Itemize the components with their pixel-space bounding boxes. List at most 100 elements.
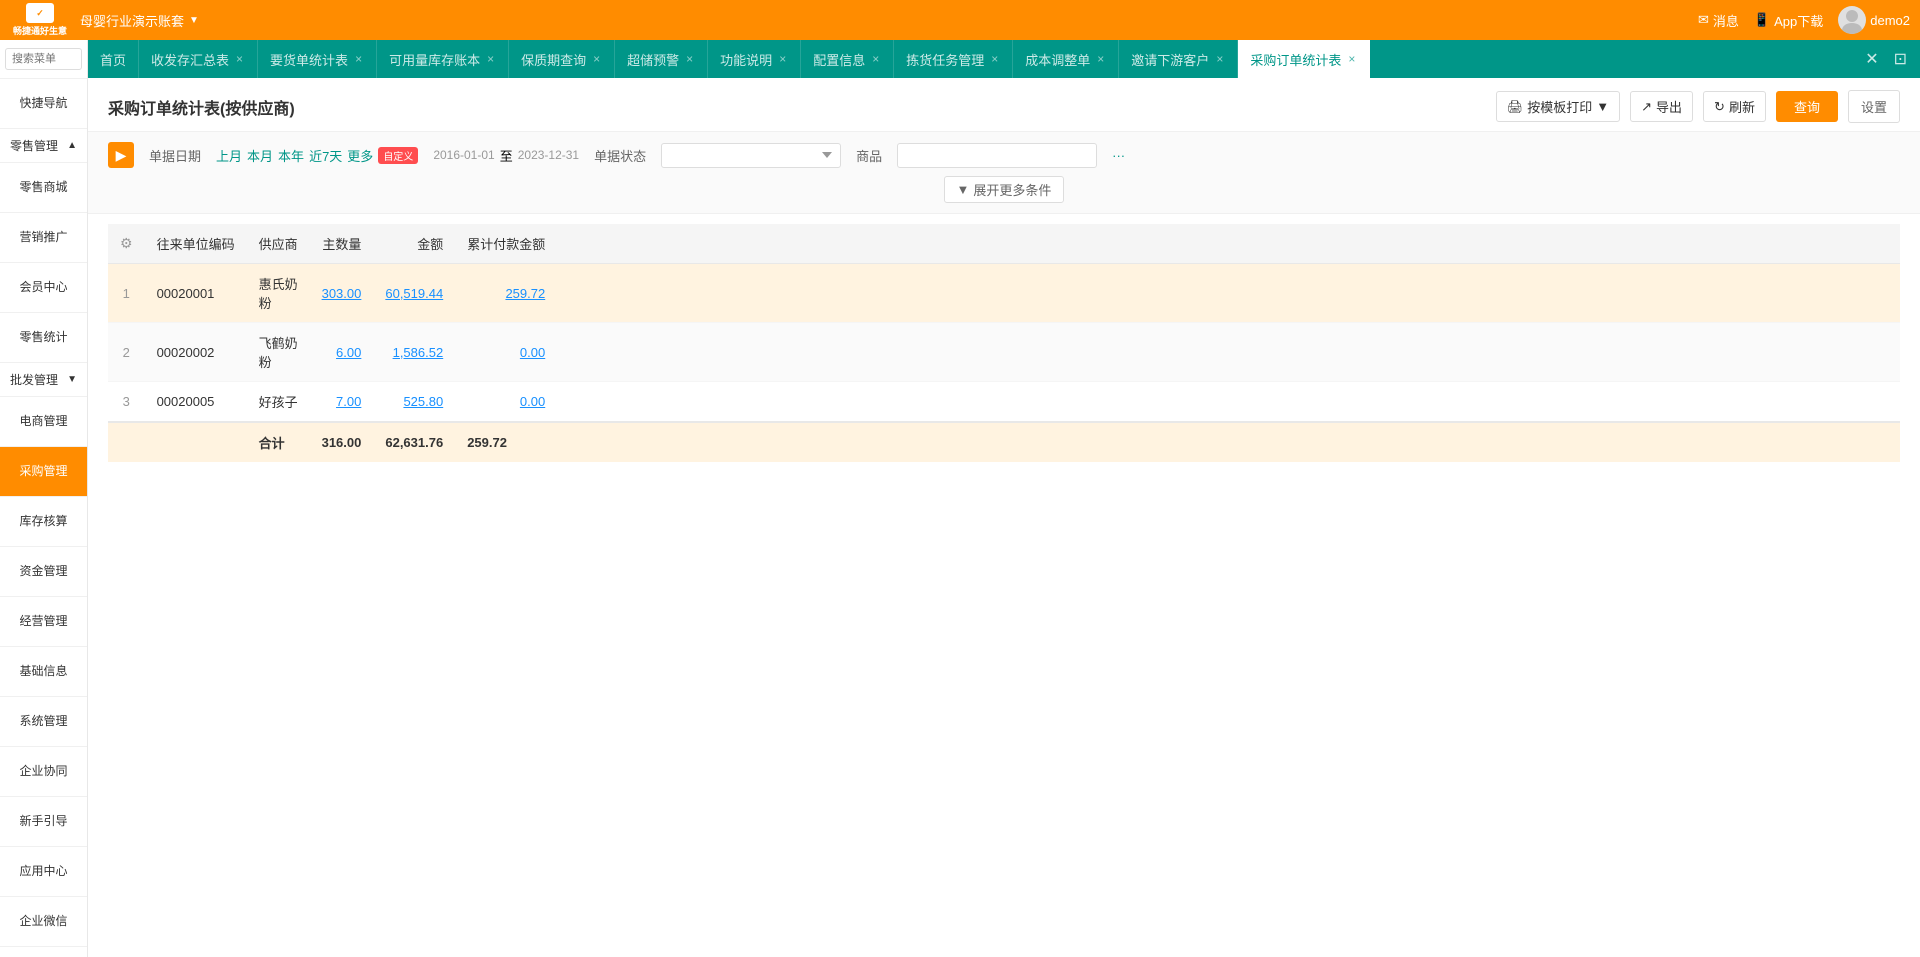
query-button[interactable]: 查询	[1776, 91, 1838, 122]
sidebar-item-operations[interactable]: 经营管理	[0, 597, 87, 647]
sidebar-item-wholesale-mgmt[interactable]: 批发管理 ▼	[0, 363, 87, 397]
finance-label: 资金管理	[19, 563, 67, 580]
tab-warranty-query-close-icon[interactable]: ×	[591, 52, 602, 66]
app-download-action[interactable]: 📱 App下载	[1754, 11, 1823, 30]
status-select[interactable]	[661, 143, 841, 168]
sidebar-item-basic-info[interactable]: 基础信息	[0, 647, 87, 697]
sidebar-item-finance[interactable]: 资金管理	[0, 547, 87, 597]
tab-available-stock-close-icon[interactable]: ×	[485, 52, 496, 66]
tab-overstock-warn[interactable]: 超储预警 ×	[615, 40, 708, 78]
shortcut-this-year[interactable]: 本年	[278, 146, 304, 165]
tab-warranty-query-label: 保质期查询	[521, 50, 586, 69]
workspace-name: 母婴行业演示账套	[80, 11, 184, 30]
custom-badge: 自定义	[378, 147, 418, 164]
column-settings-icon[interactable]: ⚙	[120, 235, 133, 251]
shortcut-7days[interactable]: 近7天	[309, 146, 342, 165]
sidebar-item-member-center[interactable]: 会员中心	[0, 263, 87, 313]
tab-config-info-close-icon[interactable]: ×	[870, 52, 881, 66]
shortcut-more[interactable]: 更多	[347, 146, 373, 165]
filter-row-1: ▶ 单据日期 上月 本月 本年 近7天 更多 自定义 2016-01-01 至 …	[108, 142, 1900, 168]
tab-cost-adjust-close-icon[interactable]: ×	[1095, 52, 1106, 66]
tab-feature-explain[interactable]: 功能说明 ×	[708, 40, 801, 78]
row-quantity[interactable]: 7.00	[310, 382, 374, 423]
tab-home[interactable]: 首页	[88, 40, 139, 78]
filter-toggle-button[interactable]: ▶	[108, 142, 134, 168]
sidebar-item-new-guide[interactable]: 新手引导	[0, 797, 87, 847]
sidebar-item-enterprise-wechat[interactable]: 企业微信	[0, 897, 87, 947]
goods-input[interactable]	[897, 143, 1097, 168]
tab-home-label: 首页	[100, 50, 126, 69]
tab-receive-send[interactable]: 收发存汇总表 ×	[139, 40, 258, 78]
tab-require-goods[interactable]: 要货单统计表 ×	[258, 40, 377, 78]
sidebar-item-system-mgmt[interactable]: 系统管理	[0, 697, 87, 747]
app-logo[interactable]: ✓ 畅捷通好生意	[10, 2, 70, 38]
workspace-selector[interactable]: 母婴行业演示账套 ▼	[70, 11, 1698, 30]
sidebar-item-ecommerce[interactable]: 电商管理	[0, 397, 87, 447]
row-quantity[interactable]: 303.00	[310, 264, 374, 323]
row-amount[interactable]: 525.80	[373, 382, 455, 423]
sidebar-item-enterprise-collab[interactable]: 企业协同	[0, 747, 87, 797]
top-right-actions: ✉ 消息 📱 App下载 demo2	[1698, 6, 1910, 34]
settings-button[interactable]: 设置	[1848, 90, 1900, 123]
tab-overstock-warn-close-icon[interactable]: ×	[684, 52, 695, 66]
enterprise-wechat-label: 企业微信	[19, 913, 67, 930]
tab-invite-downstream[interactable]: 邀请下游客户 ×	[1119, 40, 1238, 78]
sidebar-item-retail-store[interactable]: 零售商城	[0, 163, 87, 213]
tab-receive-send-close-icon[interactable]: ×	[234, 52, 245, 66]
tab-feature-explain-close-icon[interactable]: ×	[777, 52, 788, 66]
row-code[interactable]: 00020002	[145, 323, 247, 382]
more-filter-button[interactable]: ···	[1112, 148, 1125, 163]
row-quantity[interactable]: 6.00	[310, 323, 374, 382]
tab-purchase-summary-label: 采购订单统计表	[1250, 50, 1341, 69]
sidebar-item-retail-stats[interactable]: 零售统计	[0, 313, 87, 363]
tab-available-stock[interactable]: 可用量库存账本 ×	[377, 40, 509, 78]
tab-config-info-label: 配置信息	[813, 50, 865, 69]
sidebar-item-purchase-mgmt[interactable]: 采购管理	[0, 447, 87, 497]
search-input[interactable]	[5, 48, 82, 70]
sidebar-item-quick-nav[interactable]: 快捷导航	[0, 79, 87, 129]
tab-purchase-summary[interactable]: 采购订单统计表 ×	[1238, 40, 1370, 78]
table-row: 3 00020005 好孩子 7.00 525.80 0.00	[108, 382, 1900, 423]
export-label: 导出	[1656, 97, 1682, 116]
tab-purchase-summary-close-icon[interactable]: ×	[1346, 52, 1357, 66]
template-print-button[interactable]: 🖨 按模板打印 ▼	[1496, 91, 1620, 122]
user-menu[interactable]: demo2	[1838, 6, 1910, 34]
tab-require-goods-close-icon[interactable]: ×	[353, 52, 364, 66]
tab-maximize-icon[interactable]: ⊡	[1889, 47, 1912, 71]
export-button[interactable]: ↗ 导出	[1630, 91, 1693, 122]
date-separator: 至	[500, 146, 513, 165]
refresh-button[interactable]: ↻ 刷新	[1703, 91, 1766, 122]
expand-more-button[interactable]: ▼ 展开更多条件	[944, 176, 1065, 203]
row-amount[interactable]: 1,586.52	[373, 323, 455, 382]
page-content: 采购订单统计表(按供应商) 🖨 按模板打印 ▼ ↗ 导出 ↻ 刷新	[88, 78, 1920, 957]
col-supplier: 供应商	[247, 224, 310, 264]
shortcut-last-month[interactable]: 上月	[216, 146, 242, 165]
footer-quantity: 316.00	[310, 422, 374, 462]
tab-feature-explain-label: 功能说明	[720, 50, 772, 69]
tab-pick-task-close-icon[interactable]: ×	[989, 52, 1000, 66]
system-mgmt-label: 系统管理	[19, 713, 67, 730]
message-icon: ✉	[1698, 12, 1709, 28]
tab-config-info[interactable]: 配置信息 ×	[801, 40, 894, 78]
message-action[interactable]: ✉ 消息	[1698, 11, 1739, 30]
table-row: 2 00020002 飞鹤奶粉 6.00 1,586.52 0.00	[108, 323, 1900, 382]
row-amount[interactable]: 60,519.44	[373, 264, 455, 323]
tab-cost-adjust[interactable]: 成本调整单 ×	[1013, 40, 1119, 78]
row-code[interactable]: 00020001	[145, 264, 247, 323]
row-code[interactable]: 00020005	[145, 382, 247, 423]
tab-pick-task[interactable]: 拣货任务管理 ×	[894, 40, 1013, 78]
tab-warranty-query[interactable]: 保质期查询 ×	[509, 40, 615, 78]
tab-invite-downstream-close-icon[interactable]: ×	[1214, 52, 1225, 66]
row-paid[interactable]: 0.00	[455, 323, 557, 382]
sidebar-item-member[interactable]: 畅会员	[0, 947, 87, 957]
sidebar-item-app-center[interactable]: 应用中心	[0, 847, 87, 897]
tab-close-icon[interactable]: ✕	[1860, 47, 1883, 71]
shortcut-this-month[interactable]: 本月	[247, 146, 273, 165]
sidebar-item-marketing[interactable]: 营销推广	[0, 213, 87, 263]
tab-pick-task-label: 拣货任务管理	[906, 50, 984, 69]
top-bar: ✓ 畅捷通好生意 母婴行业演示账套 ▼ ✉ 消息 📱 App下载 demo2	[0, 0, 1920, 40]
row-paid[interactable]: 0.00	[455, 382, 557, 423]
sidebar-item-retail-mgmt[interactable]: 零售管理 ▲	[0, 129, 87, 163]
sidebar-item-stock-check[interactable]: 库存核算	[0, 497, 87, 547]
row-paid[interactable]: 259.72	[455, 264, 557, 323]
